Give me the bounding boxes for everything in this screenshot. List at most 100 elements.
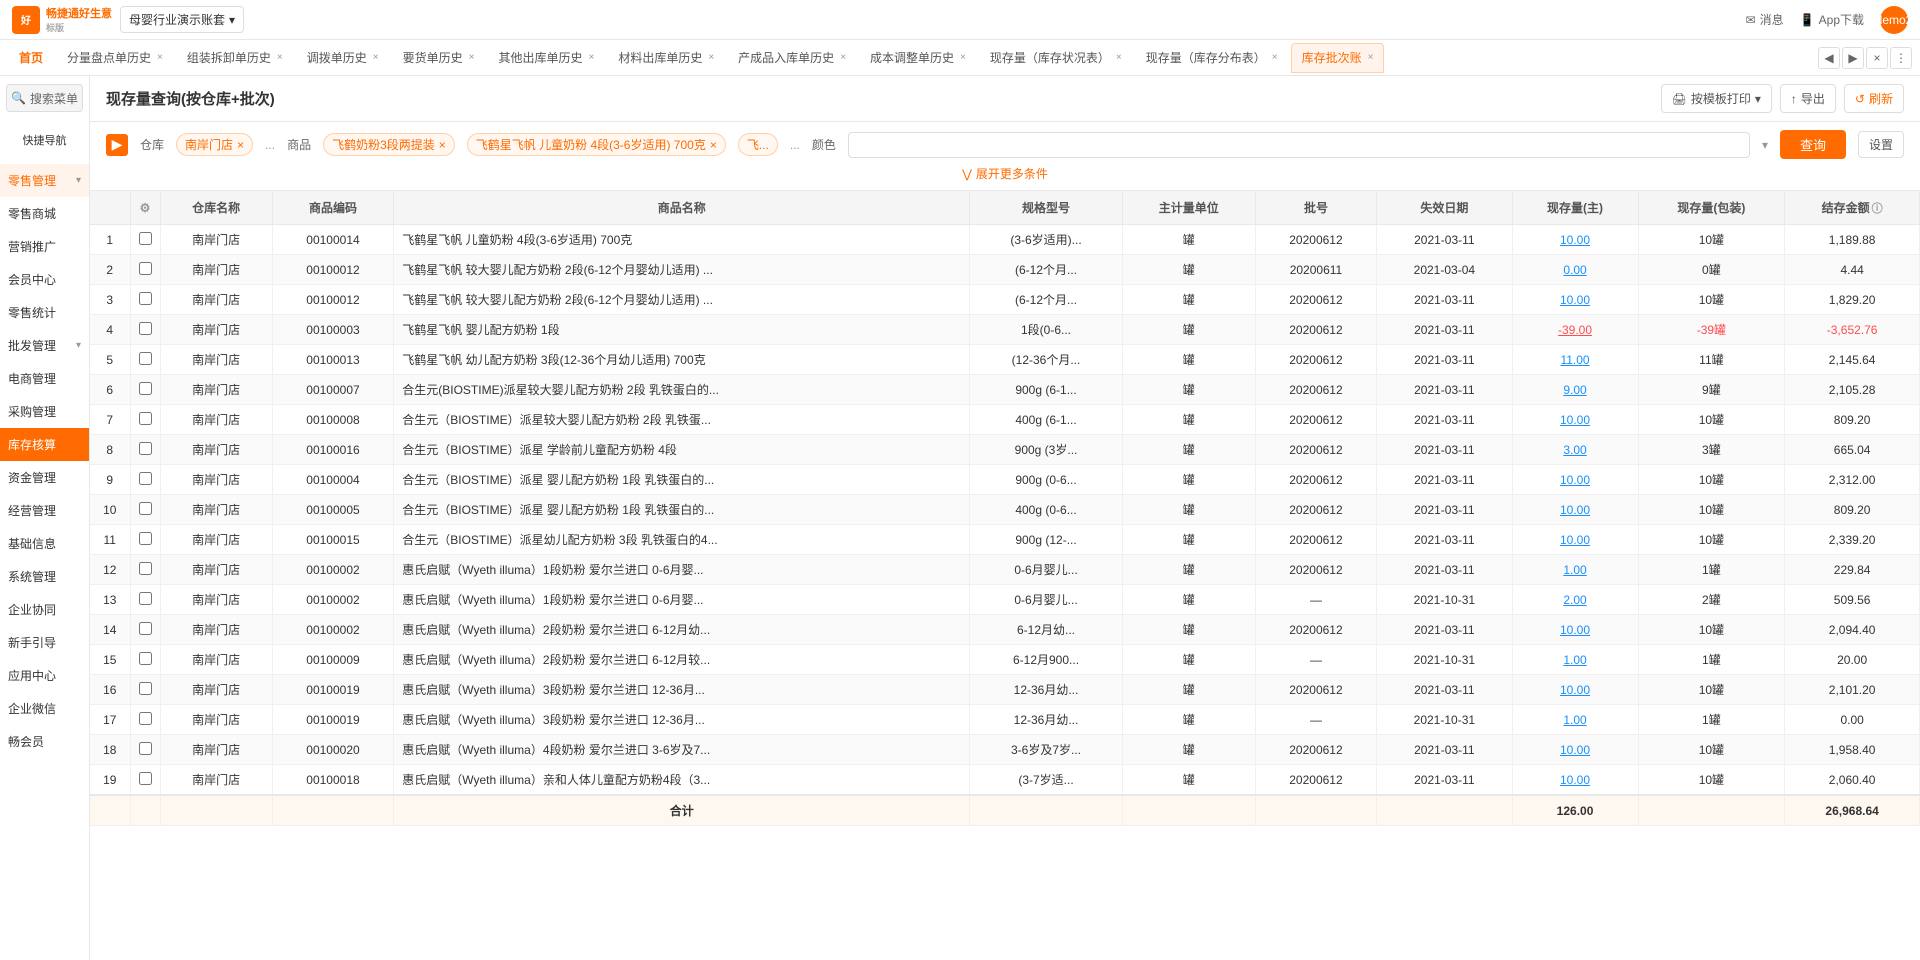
warehouse-remove-btn[interactable]: × [237,138,244,152]
tab-10[interactable]: 库存批次账 × [1291,43,1385,73]
cell-checkbox[interactable] [130,615,160,645]
cell-checkbox[interactable] [130,225,160,255]
sidebar-item-member[interactable]: 会员中心 [0,263,89,296]
tab-home[interactable]: 首页 [8,43,54,73]
quick-nav-btn[interactable]: 快捷导航 [0,120,89,160]
color-input[interactable] [848,132,1750,158]
tab-close-3[interactable]: × [469,52,475,63]
tab-9[interactable]: 现存量（库存分布表）× [1135,43,1289,73]
cell-stock-main[interactable]: 9.00 [1512,375,1638,405]
stock-main-link[interactable]: 10.00 [1560,683,1590,697]
row-checkbox[interactable] [139,472,152,485]
sidebar-item-purchase[interactable]: 采购管理 [0,395,89,428]
stock-main-link[interactable]: 1.00 [1563,653,1586,667]
row-checkbox[interactable] [139,262,152,275]
tab-2[interactable]: 调拨单历史 × [296,43,390,73]
avatar[interactable]: demo2 [1880,6,1908,34]
cell-stock-main[interactable]: 3.00 [1512,435,1638,465]
tab-5[interactable]: 材料出库单历史 × [607,43,725,73]
cell-checkbox[interactable] [130,495,160,525]
stock-main-link[interactable]: 10.00 [1560,413,1590,427]
cell-stock-main[interactable]: 10.00 [1512,285,1638,315]
tab-close-4[interactable]: × [588,52,594,63]
tab-close-5[interactable]: × [708,52,714,63]
message-btn[interactable]: ✉ 消息 [1746,11,1784,28]
row-checkbox[interactable] [139,562,152,575]
cell-stock-main[interactable]: 11.00 [1512,345,1638,375]
cell-checkbox[interactable] [130,465,160,495]
cell-checkbox[interactable] [130,285,160,315]
sidebar-item-enterprise[interactable]: 企业协同 [0,593,89,626]
cell-checkbox[interactable] [130,255,160,285]
tab-0[interactable]: 分量盘点单历史 × [56,43,174,73]
row-checkbox[interactable] [139,232,152,245]
cell-checkbox[interactable] [130,735,160,765]
tab-close-7[interactable]: × [960,52,966,63]
row-checkbox[interactable] [139,382,152,395]
template-print-btn[interactable]: 🖨 按模板打印 ▾ [1661,84,1772,113]
tab-3[interactable]: 要货单历史 × [392,43,486,73]
row-checkbox[interactable] [139,412,152,425]
cell-stock-main[interactable]: 2.00 [1512,585,1638,615]
sidebar-item-app-center[interactable]: 应用中心 [0,659,89,692]
product-tag-2[interactable]: 飞鹤星飞帆 儿童奶粉 4段(3-6岁适用) 700克 × [467,133,726,156]
cell-checkbox[interactable] [130,555,160,585]
cell-checkbox[interactable] [130,765,160,796]
row-checkbox[interactable] [139,532,152,545]
row-checkbox[interactable] [139,352,152,365]
tab-7[interactable]: 成本调整单历史 × [859,43,977,73]
tab-4[interactable]: 其他出库单历史 × [487,43,605,73]
tab-8[interactable]: 现存量（库存状况表）× [979,43,1133,73]
cell-checkbox[interactable] [130,705,160,735]
stock-main-link[interactable]: 10.00 [1560,533,1590,547]
stock-main-link[interactable]: 10.00 [1560,773,1590,787]
stock-main-link[interactable]: 1.00 [1563,713,1586,727]
cell-stock-main[interactable]: 10.00 [1512,225,1638,255]
sidebar-item-retail-mall[interactable]: 零售商城 [0,197,89,230]
stock-main-link[interactable]: 11.00 [1560,353,1589,367]
settings-gear-icon[interactable]: ⚙ [140,201,151,215]
warehouse-tag[interactable]: 南岸门店 × [176,133,253,156]
stock-main-link[interactable]: 2.00 [1563,593,1586,607]
cell-checkbox[interactable] [130,315,160,345]
stock-main-link[interactable]: 10.00 [1560,503,1590,517]
query-btn[interactable]: 查询 [1780,130,1846,159]
cell-checkbox[interactable] [130,435,160,465]
cell-stock-main[interactable]: -39.00 [1512,315,1638,345]
cell-checkbox[interactable] [130,345,160,375]
stock-main-link[interactable]: 9.00 [1563,383,1586,397]
tab-6[interactable]: 产成品入库单历史 × [727,43,857,73]
sidebar-item-retail-stats[interactable]: 零售统计 [0,296,89,329]
sidebar-item-finance[interactable]: 资金管理 [0,461,89,494]
cell-stock-main[interactable]: 10.00 [1512,525,1638,555]
refresh-btn[interactable]: ↺ 刷新 [1844,84,1904,113]
row-checkbox[interactable] [139,742,152,755]
tab-next-btn[interactable]: ▶ [1842,47,1864,69]
cell-stock-main[interactable]: 1.00 [1512,555,1638,585]
row-checkbox[interactable] [139,592,152,605]
product-more-btn[interactable]: ... [790,138,800,152]
tab-close-all-btn[interactable]: × [1866,47,1888,69]
cell-stock-main[interactable]: 10.00 [1512,765,1638,796]
expand-more-btn[interactable]: ⋁ 展开更多条件 [962,165,1048,182]
sidebar-item-vip[interactable]: 畅会员 [0,725,89,758]
row-checkbox[interactable] [139,772,152,785]
expand-filter-btn[interactable]: ▶ [106,134,128,156]
sidebar-item-ecommerce[interactable]: 电商管理 [0,362,89,395]
sidebar-item-operations[interactable]: 经营管理 [0,494,89,527]
row-checkbox[interactable] [139,292,152,305]
stock-main-link[interactable]: 10.00 [1560,473,1590,487]
warehouse-more-btn[interactable]: ... [265,138,275,152]
row-checkbox[interactable] [139,652,152,665]
th-settings[interactable]: ⚙ [130,191,160,225]
search-menu-btn[interactable]: 🔍 搜索菜单 [6,84,83,112]
cell-stock-main[interactable]: 10.00 [1512,465,1638,495]
sidebar-item-system[interactable]: 系统管理 [0,560,89,593]
tab-close-9[interactable]: × [1272,52,1278,63]
product-tag-3[interactable]: 飞... [738,133,778,156]
cell-checkbox[interactable] [130,645,160,675]
stock-main-link[interactable]: 3.00 [1563,443,1586,457]
sidebar-item-retail-mgmt[interactable]: 零售管理 ▾ [0,164,89,197]
stock-main-link[interactable]: 10.00 [1560,233,1590,247]
row-checkbox[interactable] [139,712,152,725]
